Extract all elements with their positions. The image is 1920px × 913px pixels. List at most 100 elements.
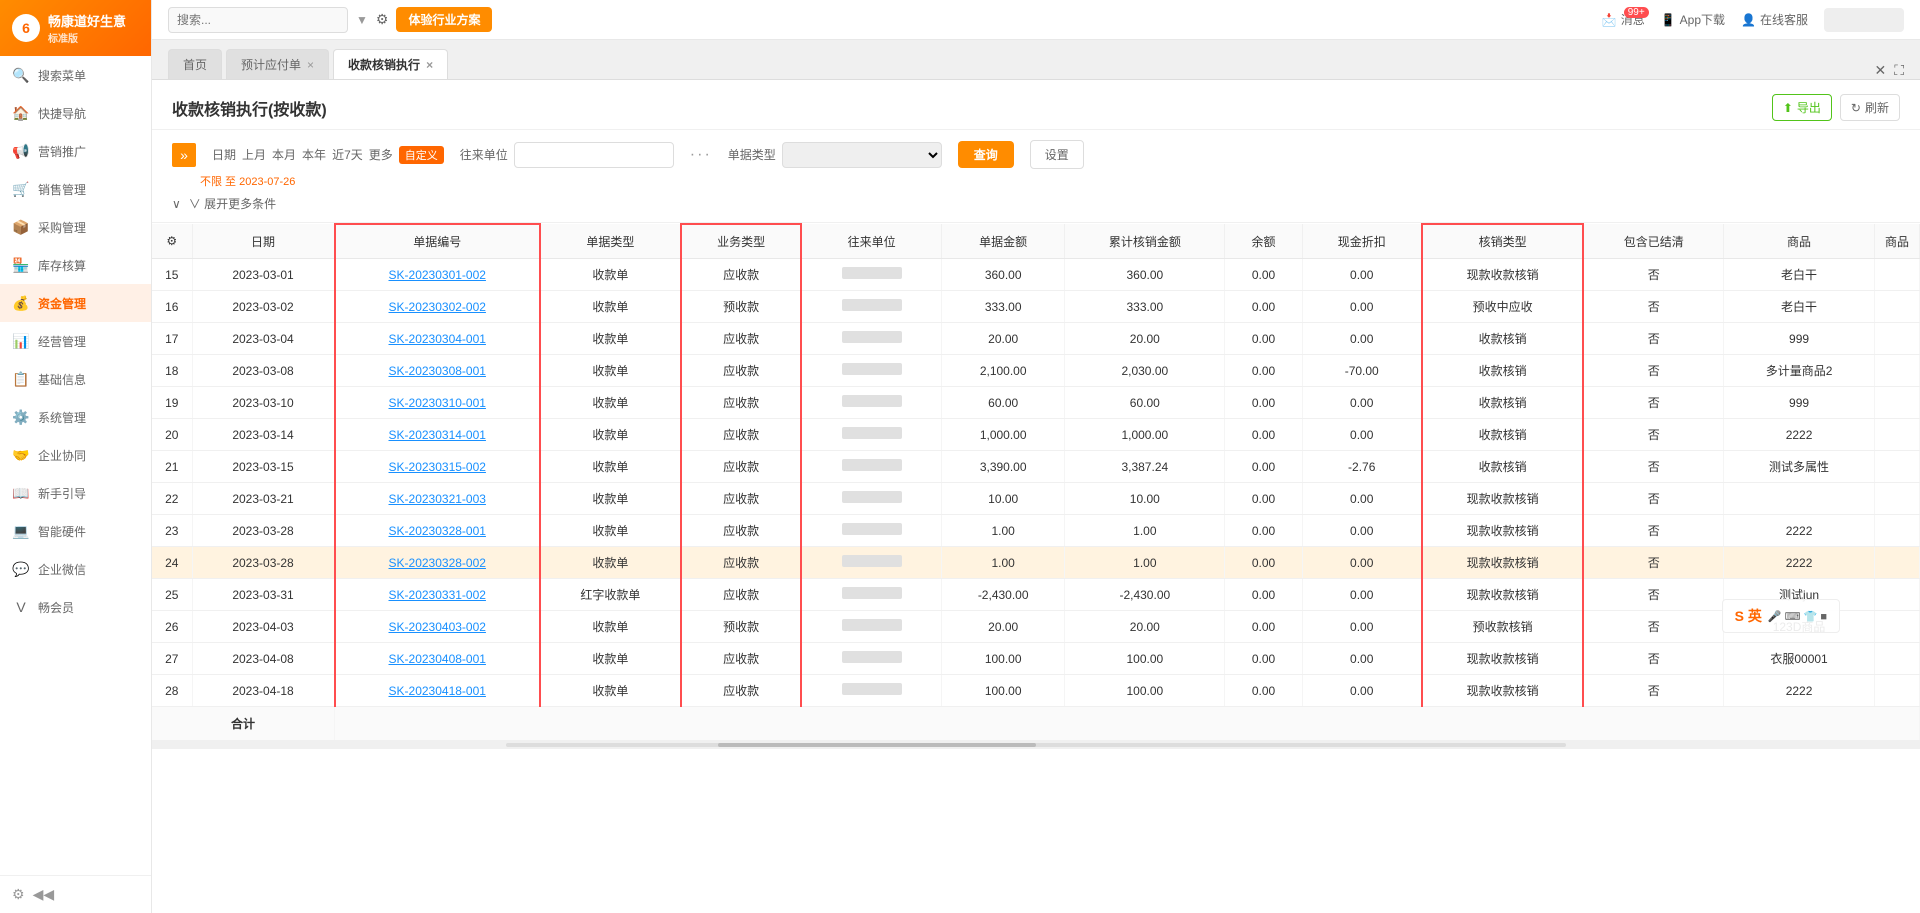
logo-text: 畅康道好生意 标准版 <box>48 11 126 45</box>
expand-icon[interactable]: ⛶ <box>1894 62 1904 79</box>
sidebar-item-operation[interactable]: 📊 经营管理 <box>0 322 151 360</box>
sidebar-item-sales[interactable]: 🛒 销售管理 <box>0 170 151 208</box>
settings-button[interactable]: 设置 <box>1030 140 1084 169</box>
doc-no-link[interactable]: SK-20230315-002 <box>389 460 486 474</box>
online-service-btn[interactable]: 👤 在线客服 <box>1741 11 1808 28</box>
notification-area[interactable]: 📩 消息 99+ <box>1602 11 1645 28</box>
doc-no-link[interactable]: SK-20230321-003 <box>389 492 486 506</box>
doc-no-link[interactable]: SK-20230314-001 <box>389 428 486 442</box>
app-download-btn[interactable]: 📱 App下载 <box>1661 11 1725 28</box>
cell-discount: -70.00 <box>1302 355 1422 387</box>
col-doc-type[interactable]: 单据类型 <box>540 224 681 259</box>
doc-no-link[interactable]: SK-20230403-002 <box>389 620 486 634</box>
cell-biz-type: 应收款 <box>681 323 801 355</box>
tab-home[interactable]: 首页 <box>168 49 222 79</box>
col-goods2[interactable]: 商品 <box>1874 224 1919 259</box>
purchase-icon: 📦 <box>12 218 30 236</box>
horizontal-scrollbar[interactable] <box>152 741 1920 749</box>
sidebar-item-basic[interactable]: 📋 基础信息 <box>0 360 151 398</box>
close-all-icon[interactable]: ✕ <box>1874 62 1886 79</box>
footer-empty <box>335 707 1920 741</box>
doc-type-select[interactable] <box>782 142 942 168</box>
cell-doc-no: SK-20230403-002 <box>335 611 540 643</box>
doc-no-link[interactable]: SK-20230310-001 <box>389 396 486 410</box>
collapse-icon[interactable]: ◀◀ <box>33 886 55 903</box>
sidebar-item-purchase[interactable]: 📦 采购管理 <box>0 208 151 246</box>
doc-no-link[interactable]: SK-20230331-002 <box>389 588 486 602</box>
cell-include-settled: 否 <box>1583 611 1723 643</box>
header-right: 📩 消息 99+ 📱 App下载 👤 在线客服 <box>1602 8 1904 32</box>
sidebar-item-inventory[interactable]: 🏪 库存核算 <box>0 246 151 284</box>
query-button[interactable]: 查询 <box>958 141 1014 168</box>
tab-collection-close[interactable]: × <box>426 58 433 72</box>
sidebar-item-system[interactable]: ⚙️ 系统管理 <box>0 398 151 436</box>
sidebar-item-wechat[interactable]: 💬 企业微信 <box>0 550 151 588</box>
doc-no-link[interactable]: SK-20230328-001 <box>389 524 486 538</box>
refresh-button[interactable]: ↻ 刷新 <box>1840 94 1900 121</box>
date-custom-btn[interactable]: 自定义 <box>399 146 444 164</box>
doc-no-link[interactable]: SK-20230328-002 <box>389 556 486 570</box>
watermark-icons: 🎤 ⌨ 👕 ■ <box>1768 610 1827 623</box>
cell-index: 24 <box>152 547 192 579</box>
date-more[interactable]: 更多 <box>369 146 393 163</box>
cell-cumulative: 1,000.00 <box>1065 419 1225 451</box>
header-gear-icon[interactable]: ⚙ <box>376 11 389 28</box>
date-this-month[interactable]: 本月 <box>272 146 296 163</box>
filter-expand-btn[interactable]: » <box>172 143 196 167</box>
table-row: 17 2023-03-04 SK-20230304-001 收款单 应收款 20… <box>152 323 1920 355</box>
doc-no-link[interactable]: SK-20230408-001 <box>389 652 486 666</box>
cell-balance: 0.00 <box>1225 579 1302 611</box>
tab-collection[interactable]: 收款核销执行 × <box>333 49 448 79</box>
sidebar-item-search[interactable]: 🔍 搜索菜单 <box>0 56 151 94</box>
breadcrumb-input[interactable] <box>168 7 348 33</box>
col-partner[interactable]: 往来单位 <box>801 224 941 259</box>
col-doc-no[interactable]: 单据编号 <box>335 224 540 259</box>
inventory-icon: 🏪 <box>12 256 30 274</box>
sidebar-item-finance[interactable]: 💰 资金管理 <box>0 284 151 322</box>
partner-input[interactable] <box>514 142 674 168</box>
sidebar-item-member[interactable]: V 畅会员 <box>0 588 151 626</box>
col-include-settled[interactable]: 包含已结清 <box>1583 224 1723 259</box>
sidebar-item-hardware[interactable]: 💻 智能硬件 <box>0 512 151 550</box>
doc-no-link[interactable]: SK-20230304-001 <box>389 332 486 346</box>
date-this-year[interactable]: 本年 <box>302 146 326 163</box>
cell-date: 2023-04-08 <box>192 643 335 675</box>
expand-more-btn[interactable]: ∨ ∨ 展开更多条件 <box>172 195 276 212</box>
col-amount[interactable]: 单据金额 <box>942 224 1065 259</box>
col-biz-type[interactable]: 业务类型 <box>681 224 801 259</box>
col-cumulative[interactable]: 累计核销金额 <box>1065 224 1225 259</box>
doc-no-link[interactable]: SK-20230418-001 <box>389 684 486 698</box>
doc-no-link[interactable]: SK-20230302-002 <box>389 300 486 314</box>
cell-index: 20 <box>152 419 192 451</box>
col-cancel-type[interactable]: 核销类型 <box>1422 224 1584 259</box>
refresh-icon: ↻ <box>1851 101 1861 115</box>
doc-no-link[interactable]: SK-20230308-001 <box>389 364 486 378</box>
cell-discount: 0.00 <box>1302 291 1422 323</box>
settings-footer-icon[interactable]: ⚙ <box>12 886 25 903</box>
col-discount[interactable]: 现金折扣 <box>1302 224 1422 259</box>
sidebar-item-quick-nav[interactable]: 🏠 快捷导航 <box>0 94 151 132</box>
cell-biz-type: 应收款 <box>681 451 801 483</box>
filter-area: » 日期 上月 本月 本年 近7天 更多 自定义 往来单位 ··· <box>152 130 1920 223</box>
logo-sub: 标准版 <box>48 30 126 45</box>
col-date[interactable]: 日期 <box>192 224 335 259</box>
tab-prepay-close[interactable]: × <box>307 58 314 72</box>
col-goods1[interactable]: 商品 <box>1724 224 1875 259</box>
date-7days[interactable]: 近7天 <box>332 146 363 163</box>
col-settings[interactable]: ⚙ <box>152 224 192 259</box>
cell-include-settled: 否 <box>1583 547 1723 579</box>
export-button[interactable]: ⬆ 导出 <box>1772 94 1832 121</box>
doc-no-link[interactable]: SK-20230301-002 <box>389 268 486 282</box>
scroll-thumb[interactable] <box>718 743 1036 747</box>
sidebar-item-marketing[interactable]: 📢 营销推广 <box>0 132 151 170</box>
sidebar-item-guide[interactable]: 📖 新手引导 <box>0 474 151 512</box>
cell-index: 19 <box>152 387 192 419</box>
solution-button[interactable]: 体验行业方案 <box>396 7 492 32</box>
sidebar-item-enterprise[interactable]: 🤝 企业协同 <box>0 436 151 474</box>
date-last-month[interactable]: 上月 <box>242 146 266 163</box>
home-icon: 🏠 <box>12 104 30 122</box>
data-table: ⚙ 日期 单据编号 单据类型 业务类型 往来单位 单据金额 累计核销金额 余额 … <box>152 223 1920 741</box>
col-balance[interactable]: 余额 <box>1225 224 1302 259</box>
search-nav-icon: 🔍 <box>12 66 30 84</box>
tab-prepay[interactable]: 预计应付单 × <box>226 49 329 79</box>
